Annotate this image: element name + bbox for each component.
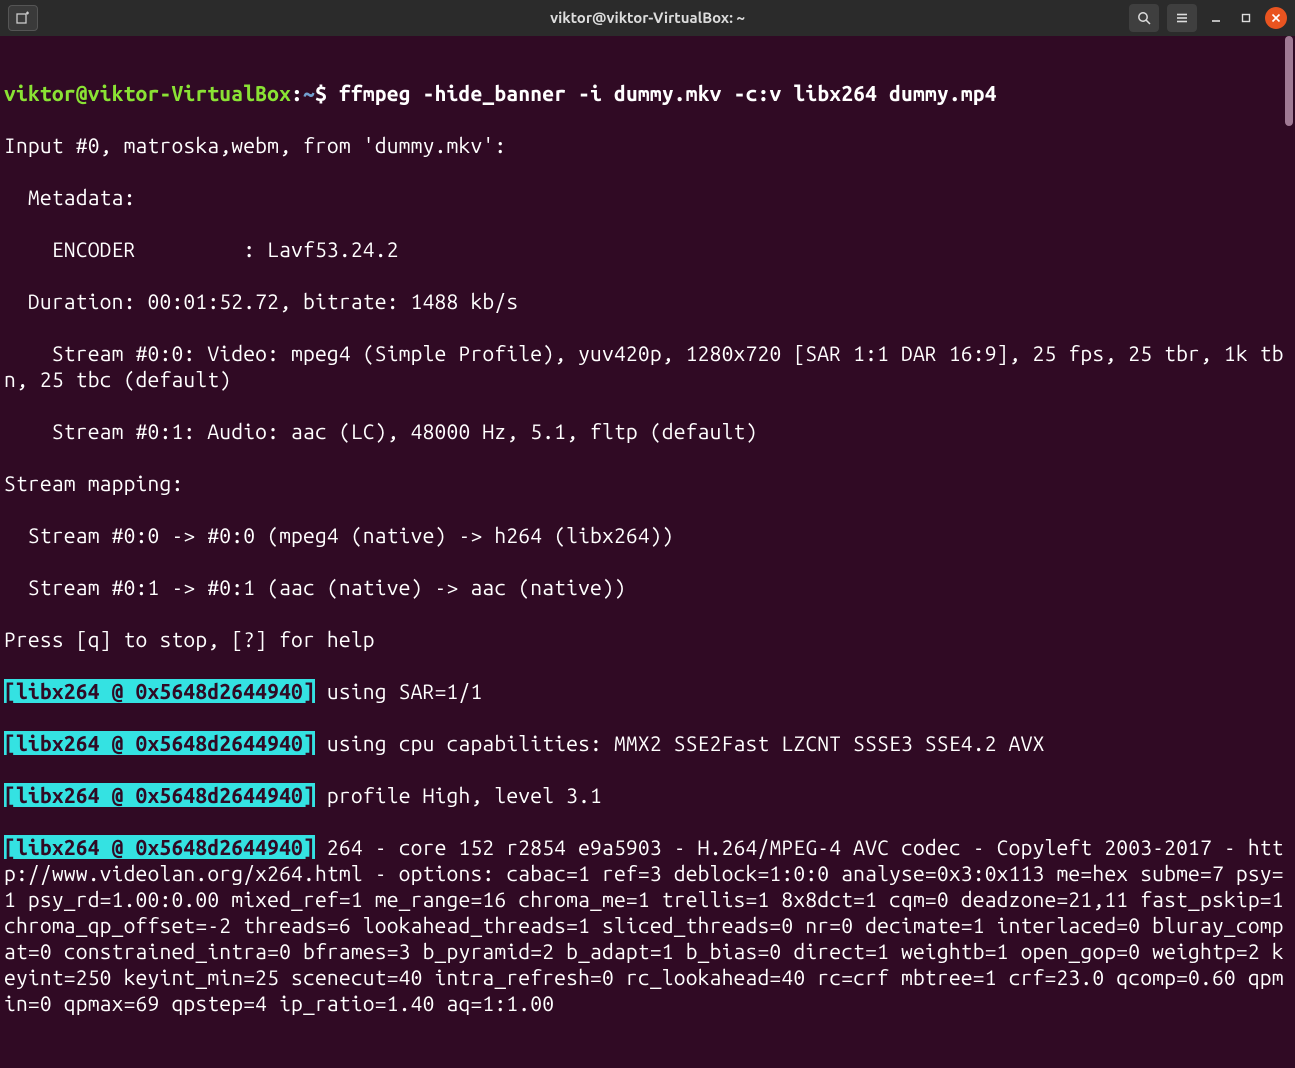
output-line: using cpu capabilities: MMX2 SSE2Fast LZ… bbox=[315, 731, 1045, 755]
libx264-tag: [libx264 @ 0x5648d2644940] bbox=[4, 835, 315, 859]
close-icon bbox=[1271, 13, 1281, 23]
search-button[interactable] bbox=[1129, 4, 1159, 32]
maximize-button[interactable] bbox=[1235, 7, 1257, 29]
output-line: Stream #0:1 -> #0:1 (aac (native) -> aac… bbox=[4, 574, 1291, 600]
close-button[interactable] bbox=[1265, 7, 1287, 29]
output-line: Press [q] to stop, [?] for help bbox=[4, 626, 1291, 652]
new-tab-icon bbox=[16, 11, 30, 25]
window-titlebar: viktor@viktor-VirtualBox: ~ bbox=[0, 0, 1295, 36]
output-line: Stream #0:0 -> #0:0 (mpeg4 (native) -> h… bbox=[4, 522, 1291, 548]
output-line: profile High, level 3.1 bbox=[315, 783, 602, 807]
output-line: Stream #0:0: Video: mpeg4 (Simple Profil… bbox=[4, 340, 1291, 392]
prompt-userhost: viktor@viktor-VirtualBox bbox=[4, 81, 291, 105]
minimize-icon bbox=[1210, 12, 1222, 24]
minimize-button[interactable] bbox=[1205, 7, 1227, 29]
output-line: ENCODER : Lavf53.24.2 bbox=[4, 236, 1291, 262]
maximize-icon bbox=[1240, 12, 1252, 24]
search-icon bbox=[1137, 11, 1151, 25]
output-line: 264 - core 152 r2854 e9a5903 - H.264/MPE… bbox=[4, 835, 1295, 1015]
output-line: using SAR=1/1 bbox=[315, 679, 482, 703]
output-line: Metadata: bbox=[4, 184, 1291, 210]
libx264-tag: [libx264 @ 0x5648d2644940] bbox=[4, 731, 315, 755]
output-line: Input #0, matroska,webm, from 'dummy.mkv… bbox=[4, 132, 1291, 158]
prompt-symbol: $ bbox=[315, 81, 327, 105]
new-tab-button[interactable] bbox=[8, 5, 38, 31]
menu-button[interactable] bbox=[1167, 4, 1197, 32]
command-text: ffmpeg -hide_banner -i dummy.mkv -c:v li… bbox=[339, 81, 997, 105]
output-line: Stream mapping: bbox=[4, 470, 1291, 496]
hamburger-icon bbox=[1175, 11, 1189, 25]
output-line: Duration: 00:01:52.72, bitrate: 1488 kb/… bbox=[4, 288, 1291, 314]
prompt-sep: : bbox=[291, 81, 303, 105]
libx264-tag: [libx264 @ 0x5648d2644940] bbox=[4, 783, 315, 807]
prompt-path: ~ bbox=[303, 81, 315, 105]
output-line: Stream #0:1: Audio: aac (LC), 48000 Hz, … bbox=[4, 418, 1291, 444]
libx264-tag: [libx264 @ 0x5648d2644940] bbox=[4, 679, 315, 703]
scrollbar[interactable] bbox=[1285, 36, 1293, 618]
scrollbar-thumb[interactable] bbox=[1285, 36, 1293, 126]
window-title: viktor@viktor-VirtualBox: ~ bbox=[0, 5, 1295, 31]
terminal-output[interactable]: viktor@viktor-VirtualBox:~$ ffmpeg -hide… bbox=[0, 36, 1295, 618]
